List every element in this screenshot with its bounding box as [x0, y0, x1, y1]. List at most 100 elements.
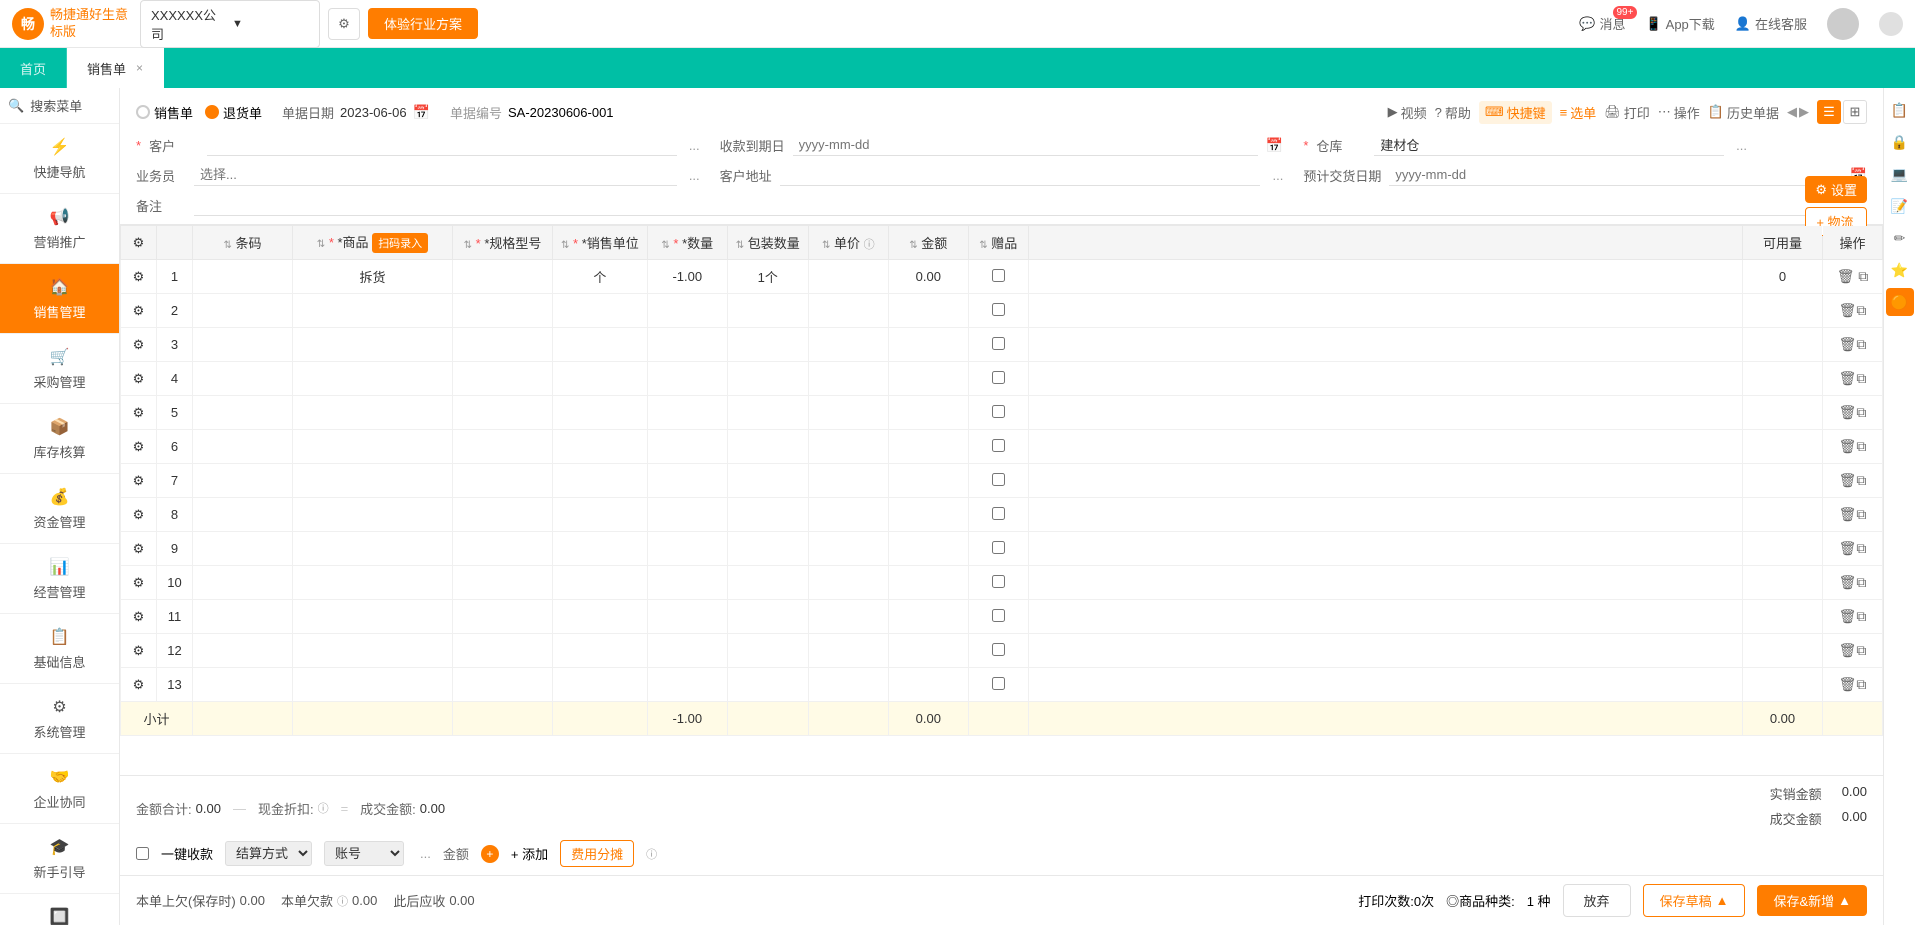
gift-checkbox[interactable]: [992, 303, 1005, 316]
select-action[interactable]: ≡ 选单: [1560, 103, 1597, 122]
message-button[interactable]: 💬 消息 99+: [1579, 14, 1625, 33]
calc-method-select[interactable]: 结算方式: [225, 841, 312, 866]
expected-date-input[interactable]: [1389, 164, 1841, 186]
gift-checkbox[interactable]: [992, 609, 1005, 622]
panel-icon-doc[interactable]: 📝: [1886, 192, 1914, 220]
close-icon[interactable]: ×: [136, 61, 143, 75]
row-pack-qty[interactable]: 1个: [727, 260, 808, 294]
copy-icon[interactable]: ⧉: [1856, 676, 1866, 692]
sales-tab[interactable]: 销售单 ×: [67, 48, 164, 88]
sidebar-item-finance[interactable]: 💰 资金管理: [0, 474, 119, 544]
col-header-settings[interactable]: ⚙: [121, 226, 157, 260]
delete-icon[interactable]: 🗑: [1839, 472, 1857, 488]
account-more-icon[interactable]: ...: [420, 846, 431, 861]
copy-icon[interactable]: ⧉: [1856, 574, 1866, 590]
row-settings[interactable]: ⚙: [121, 362, 157, 396]
salesman-more-icon[interactable]: ...: [689, 168, 700, 183]
salesman-input[interactable]: [194, 164, 677, 186]
list-view-btn[interactable]: ☰: [1817, 100, 1841, 124]
gift-checkbox[interactable]: [992, 507, 1005, 520]
copy-icon[interactable]: ⧉: [1856, 540, 1866, 556]
scan-button[interactable]: 扫码录入: [372, 233, 428, 253]
row-qty[interactable]: -1.00: [647, 260, 727, 294]
row-settings[interactable]: ⚙: [121, 396, 157, 430]
row-settings[interactable]: ⚙: [121, 532, 157, 566]
row-product[interactable]: 拆货: [293, 260, 453, 294]
delete-icon[interactable]: 🗑: [1839, 574, 1857, 590]
company-selector[interactable]: XXXXXX公司 ▼: [140, 0, 320, 48]
gift-checkbox[interactable]: [992, 575, 1005, 588]
settings-icon[interactable]: ⚙: [328, 8, 360, 40]
sidebar-item-inventory[interactable]: 📦 库存核算: [0, 404, 119, 474]
delete-icon[interactable]: 🗑: [1839, 302, 1857, 318]
gift-checkbox[interactable]: [992, 405, 1005, 418]
copy-icon[interactable]: ⧉: [1856, 302, 1866, 318]
customer-input[interactable]: [207, 134, 677, 156]
save-draft-button[interactable]: 保存草稿 ▲: [1643, 884, 1746, 917]
copy-icon[interactable]: ⧉: [1856, 370, 1866, 386]
price-info-icon[interactable]: ⓘ: [864, 239, 875, 251]
add-payment-button[interactable]: +: [481, 845, 499, 863]
warehouse-more-icon[interactable]: ...: [1736, 138, 1747, 153]
delete-icon[interactable]: 🗑: [1839, 642, 1857, 658]
row-spec[interactable]: [453, 260, 553, 294]
delete-icon[interactable]: 🗑: [1839, 438, 1857, 454]
copy-icon[interactable]: ⧉: [1856, 472, 1866, 488]
delete-icon[interactable]: 🗑: [1839, 336, 1857, 352]
sidebar-item-app-center[interactable]: 🔲 应用中心: [0, 894, 119, 925]
warehouse-input[interactable]: [1374, 134, 1724, 156]
gift-checkbox[interactable]: [992, 473, 1005, 486]
user-avatar[interactable]: [1827, 8, 1859, 40]
video-action[interactable]: ▶ 视频: [1388, 103, 1427, 122]
receive-calendar-icon[interactable]: 📅: [1266, 137, 1283, 154]
discard-button[interactable]: 放弃: [1563, 884, 1631, 917]
delete-icon[interactable]: 🗑: [1839, 540, 1857, 556]
row-settings[interactable]: ⚙: [121, 294, 157, 328]
expense-info-icon[interactable]: ⓘ: [646, 846, 657, 862]
copy-icon[interactable]: ⧉: [1856, 438, 1866, 454]
form-settings-button[interactable]: ⚙ 设置: [1805, 176, 1867, 203]
panel-icon-orange[interactable]: 🟠: [1886, 288, 1914, 316]
history-action[interactable]: 📋 历史单据: [1708, 103, 1779, 122]
date-calendar-icon[interactable]: 📅: [413, 104, 430, 121]
trial-button[interactable]: 体验行业方案: [368, 8, 478, 39]
copy-icon[interactable]: ⧉: [1856, 404, 1866, 420]
copy-icon[interactable]: ⧉: [1856, 336, 1866, 352]
gift-checkbox[interactable]: [992, 677, 1005, 690]
row-amount[interactable]: 0.00: [888, 260, 968, 294]
gift-checkbox[interactable]: [992, 439, 1005, 452]
historical-info-icon[interactable]: ⓘ: [337, 893, 348, 909]
gift-checkbox[interactable]: [992, 337, 1005, 350]
sales-order-radio[interactable]: 销售单: [136, 103, 193, 122]
row-gift[interactable]: [968, 260, 1028, 294]
copy-icon[interactable]: ⧉: [1856, 506, 1866, 522]
sort-icon[interactable]: ⇅: [223, 240, 231, 251]
sidebar-item-basic-info[interactable]: 📋 基础信息: [0, 614, 119, 684]
gift-checkbox[interactable]: [992, 269, 1005, 282]
delete-icon[interactable]: 🗑: [1839, 506, 1857, 522]
panel-icon-edit[interactable]: ✏: [1886, 224, 1914, 252]
sidebar-item-system[interactable]: ⚙ 系统管理: [0, 684, 119, 754]
row-settings[interactable]: ⚙: [121, 430, 157, 464]
operation-action[interactable]: ⋯ 操作: [1658, 103, 1700, 122]
panel-icon-notes[interactable]: 📋: [1886, 96, 1914, 124]
row-unit[interactable]: 个: [553, 260, 648, 294]
panel-icon-star[interactable]: ⭐: [1886, 256, 1914, 284]
row-settings[interactable]: ⚙: [121, 464, 157, 498]
help-action[interactable]: ? 帮助: [1435, 103, 1471, 122]
row-price[interactable]: [808, 260, 888, 294]
receive-date-input[interactable]: [793, 134, 1258, 156]
row-settings[interactable]: ⚙: [121, 600, 157, 634]
copy-icon[interactable]: ⧉: [1856, 642, 1866, 658]
sidebar-item-quick-nav[interactable]: ⚡ 快捷导航: [0, 124, 119, 194]
row-settings[interactable]: ⚙: [121, 328, 157, 362]
copy-icon[interactable]: ⧉: [1858, 268, 1868, 284]
print-action[interactable]: 🖨 打印: [1604, 103, 1650, 122]
delete-icon[interactable]: 🗑: [1839, 404, 1857, 420]
sidebar-item-marketing[interactable]: 📢 营销推广: [0, 194, 119, 264]
one-click-pay-checkbox[interactable]: [136, 847, 149, 860]
customer-more-icon[interactable]: ...: [689, 138, 700, 153]
delete-icon[interactable]: 🗑: [1837, 268, 1855, 284]
sidebar-search[interactable]: 🔍 搜索菜单: [0, 88, 119, 124]
account-select[interactable]: 账号: [324, 841, 404, 866]
